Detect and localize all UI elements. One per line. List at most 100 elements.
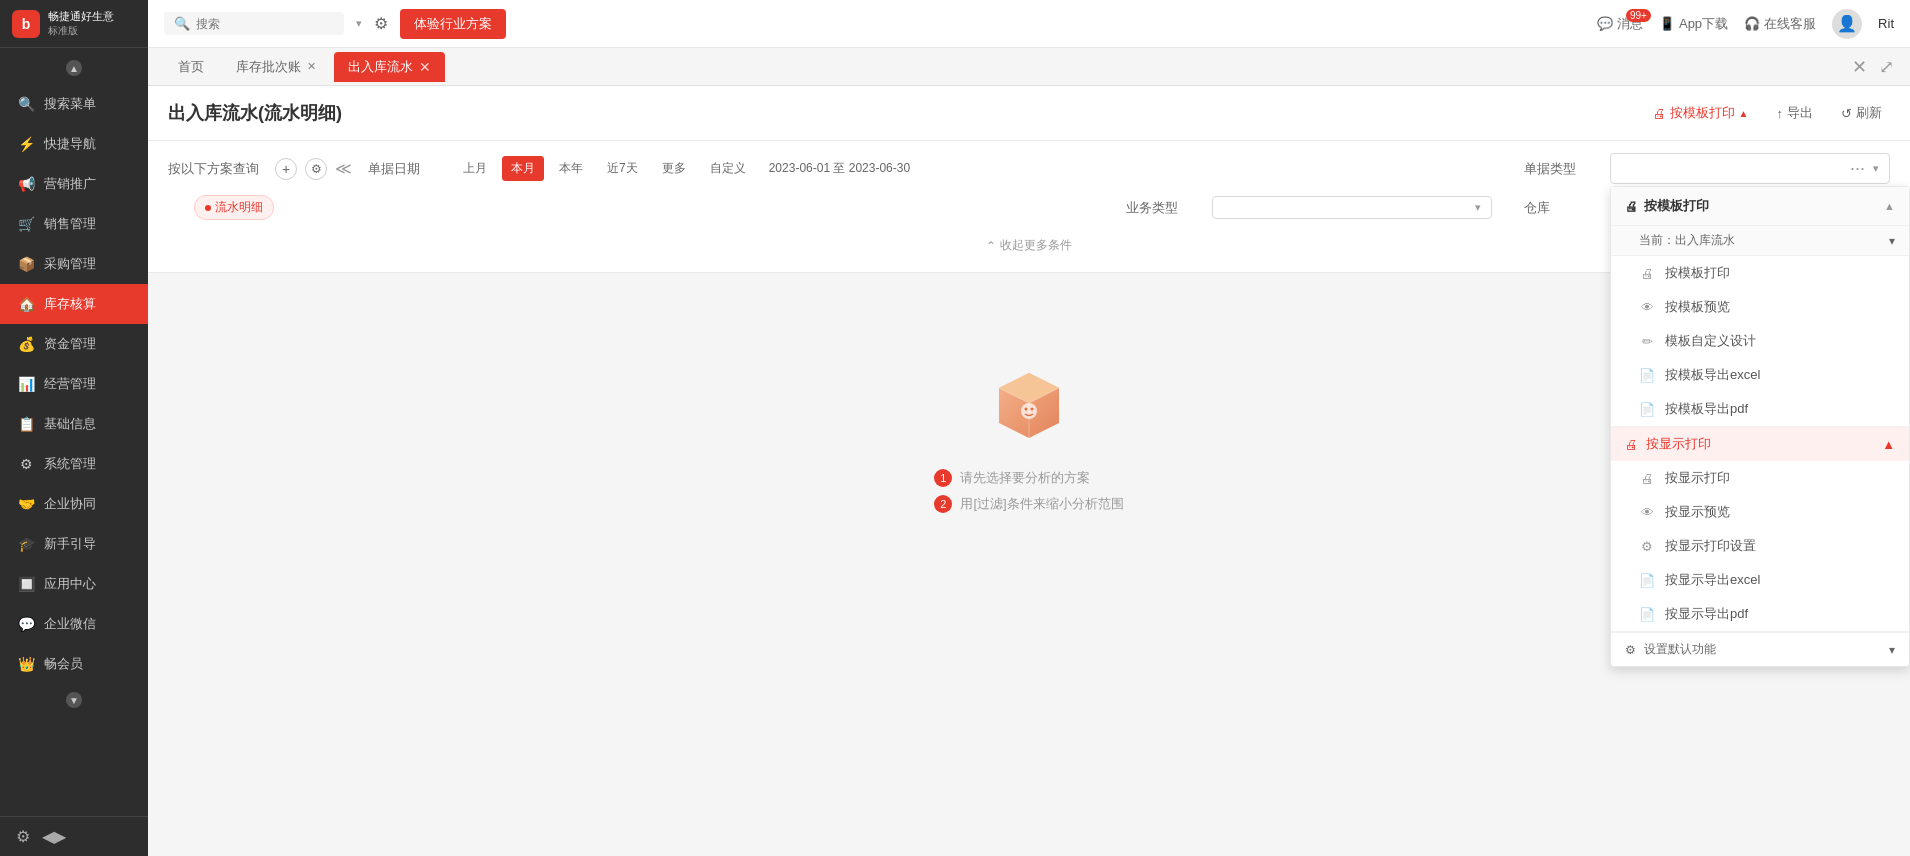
search-dropdown-icon[interactable]: ▾	[356, 17, 362, 30]
sidebar-item-search[interactable]: 🔍 搜索菜单	[0, 84, 148, 124]
scroll-down-btn[interactable]: ▼	[66, 692, 82, 708]
sidebar-item-guide[interactable]: 🎓 新手引导	[0, 524, 148, 564]
refresh-btn[interactable]: ↺ 刷新	[1833, 100, 1890, 126]
dropdown-item-display-export-pdf[interactable]: 📄 按显示导出pdf	[1611, 597, 1909, 631]
message-btn[interactable]: 💬 消息 99+	[1597, 15, 1643, 33]
filter-settings-btn[interactable]: ⚙	[305, 158, 327, 180]
print-dropdown-panel: 🖨 按模板打印 ▲ 当前：出入库流水 ▾ 🖨 按模板打印 👁 按模板预览	[1610, 186, 1910, 667]
sidebar-item-inventory[interactable]: 🏠 库存核算	[0, 284, 148, 324]
search-input[interactable]	[196, 17, 316, 31]
template-print-icon: 🖨	[1639, 265, 1655, 281]
tab-inventory-batch[interactable]: 库存批次账 ✕	[222, 52, 330, 82]
date-btn-7days[interactable]: 近7天	[598, 156, 647, 181]
dropdown-item-display-settings[interactable]: ⚙ 按显示打印设置	[1611, 529, 1909, 563]
topbar-search-box[interactable]: 🔍	[164, 12, 344, 35]
settings-icon[interactable]: ⚙	[16, 827, 30, 846]
bill-type-select[interactable]: ··· ▾	[1610, 153, 1890, 184]
close-page-icon[interactable]: ✕	[1852, 56, 1867, 78]
filter-scheme-label: 按以下方案查询	[168, 160, 259, 178]
date-btn-this-month[interactable]: 本月	[502, 156, 544, 181]
template-design-icon: ✏	[1639, 333, 1655, 349]
footer-arrow-icon: ▾	[1889, 643, 1895, 657]
business-type-dropdown-icon: ▾	[1475, 201, 1481, 214]
flow-detail-tag[interactable]: 流水明细	[194, 195, 274, 220]
collapse-sidebar-icon[interactable]: ◀▶	[42, 827, 66, 846]
inventory-icon: 🏠	[16, 294, 36, 314]
display-print-section-header[interactable]: 🖨 按显示打印 ▲	[1611, 427, 1909, 461]
sidebar-item-basic[interactable]: 📋 基础信息	[0, 404, 148, 444]
dropdown-item-template-preview[interactable]: 👁 按模板预览	[1611, 290, 1909, 324]
dropdown-item-display-print[interactable]: 🖨 按显示打印	[1611, 461, 1909, 495]
dropdown-item-template-print[interactable]: 🖨 按模板打印	[1611, 256, 1909, 290]
bill-type-more-icon[interactable]: ···	[1850, 158, 1865, 179]
online-service-btn[interactable]: 🎧 在线客服	[1744, 15, 1816, 33]
empty-steps-list: 1 请先选择要分析的方案 2 用[过滤]条件来缩小分析范围	[934, 469, 1123, 513]
dropdown-item-display-preview[interactable]: 👁 按显示预览	[1611, 495, 1909, 529]
dropdown-item-template-design[interactable]: ✏ 模板自定义设计	[1611, 324, 1909, 358]
page-title: 出入库流水(流水明细)	[168, 101, 342, 139]
filter-add-btn[interactable]: +	[275, 158, 297, 180]
page-content-area: 出入库流水(流水明细) 🖨 按模板打印 ▲ ↑ 导出 ↺ 刷新	[148, 86, 1910, 856]
display-settings-icon: ⚙	[1639, 538, 1655, 554]
collapse-conditions-btn[interactable]: ⌃ 收起更多条件	[986, 237, 1072, 254]
username-label: Rit	[1878, 16, 1894, 31]
date-btn-custom[interactable]: 自定义	[701, 156, 755, 181]
close-tab-inventory-icon[interactable]: ✕	[307, 61, 316, 72]
sidebar-item-marketing[interactable]: 📢 营销推广	[0, 164, 148, 204]
vip-icon: 👑	[16, 654, 36, 674]
print-dropdown-arrow-icon: ▲	[1739, 108, 1749, 119]
date-btn-last-month[interactable]: 上月	[454, 156, 496, 181]
phone-icon: 📱	[1659, 16, 1675, 31]
dropdown-item-template-export-pdf[interactable]: 📄 按模板导出pdf	[1611, 392, 1909, 426]
bill-type-label: 单据类型	[1524, 160, 1594, 178]
date-btn-more[interactable]: 更多	[653, 156, 695, 181]
template-preview-icon: 👁	[1639, 299, 1655, 315]
close-tab-stock-flow-icon[interactable]: ✕	[419, 59, 431, 75]
dropdown-collapse-icon[interactable]: ▲	[1884, 200, 1895, 212]
sidebar-item-system[interactable]: ⚙ 系统管理	[0, 444, 148, 484]
sidebar: b 畅捷通好生意 标准版 ▲ 🔍 搜索菜单 ⚡ 快捷导航 📢 营销推广 🛒 销售…	[0, 0, 148, 856]
page-header: 出入库流水(流水明细) 🖨 按模板打印 ▲ ↑ 导出 ↺ 刷新	[148, 86, 1910, 141]
sidebar-item-finance[interactable]: 💰 资金管理	[0, 324, 148, 364]
display-section-collapse-icon[interactable]: ▲	[1882, 437, 1895, 452]
trial-btn[interactable]: 体验行业方案	[400, 9, 506, 39]
tab-stock-flow[interactable]: 出入库流水 ✕	[334, 52, 445, 82]
export-btn[interactable]: ↑ 导出	[1769, 100, 1822, 126]
collapse-up-icon: ⌃	[986, 239, 996, 253]
filter-collapse-arrow-icon[interactable]: ≪	[335, 159, 352, 178]
dropdown-footer-default-func[interactable]: ⚙ 设置默认功能 ▾	[1611, 632, 1909, 666]
sidebar-item-quicknav[interactable]: ⚡ 快捷导航	[0, 124, 148, 164]
sidebar-item-sales[interactable]: 🛒 销售管理	[0, 204, 148, 244]
tab-home[interactable]: 首页	[164, 52, 218, 82]
template-excel-icon: 📄	[1639, 367, 1655, 383]
export-icon: ↑	[1777, 106, 1784, 121]
expand-page-icon[interactable]: ⤢	[1879, 56, 1894, 78]
business-type-select[interactable]: ▾	[1212, 196, 1492, 219]
printer-icon: 🖨	[1653, 106, 1666, 121]
sidebar-item-cooperation[interactable]: 🤝 企业协同	[0, 484, 148, 524]
print-template-btn[interactable]: 🖨 按模板打印 ▲	[1645, 100, 1757, 126]
svg-point-6	[1025, 408, 1028, 411]
topbar-gear-icon[interactable]: ⚙	[374, 14, 388, 33]
filter-row-1: 按以下方案查询 + ⚙ ≪ 单据日期 上月 本月 本年 近7天 更多 自定义 2…	[168, 153, 1890, 184]
edition-label: 标准版	[48, 24, 114, 38]
dropdown-current-arrow-icon[interactable]: ▾	[1889, 234, 1895, 248]
display-excel-icon: 📄	[1639, 572, 1655, 588]
sidebar-item-operations[interactable]: 📊 经营管理	[0, 364, 148, 404]
date-btn-this-year[interactable]: 本年	[550, 156, 592, 181]
sidebar-item-wechat[interactable]: 💬 企业微信	[0, 604, 148, 644]
sidebar-item-purchase[interactable]: 📦 采购管理	[0, 244, 148, 284]
marketing-icon: 📢	[16, 174, 36, 194]
scroll-up-btn[interactable]: ▲	[66, 60, 82, 76]
avatar[interactable]: 👤	[1832, 9, 1862, 39]
sidebar-item-appcenter[interactable]: 🔲 应用中心	[0, 564, 148, 604]
dropdown-item-template-export-excel[interactable]: 📄 按模板导出excel	[1611, 358, 1909, 392]
app-download-btn[interactable]: 📱 App下载	[1659, 15, 1728, 33]
step1-num: 1	[934, 469, 952, 487]
dropdown-item-display-export-excel[interactable]: 📄 按显示导出excel	[1611, 563, 1909, 597]
display-preview-icon: 👁	[1639, 504, 1655, 520]
step2-num: 2	[934, 495, 952, 513]
basic-icon: 📋	[16, 414, 36, 434]
sidebar-item-vip[interactable]: 👑 畅会员	[0, 644, 148, 684]
dropdown-current-template: 当前：出入库流水 ▾	[1611, 226, 1909, 255]
